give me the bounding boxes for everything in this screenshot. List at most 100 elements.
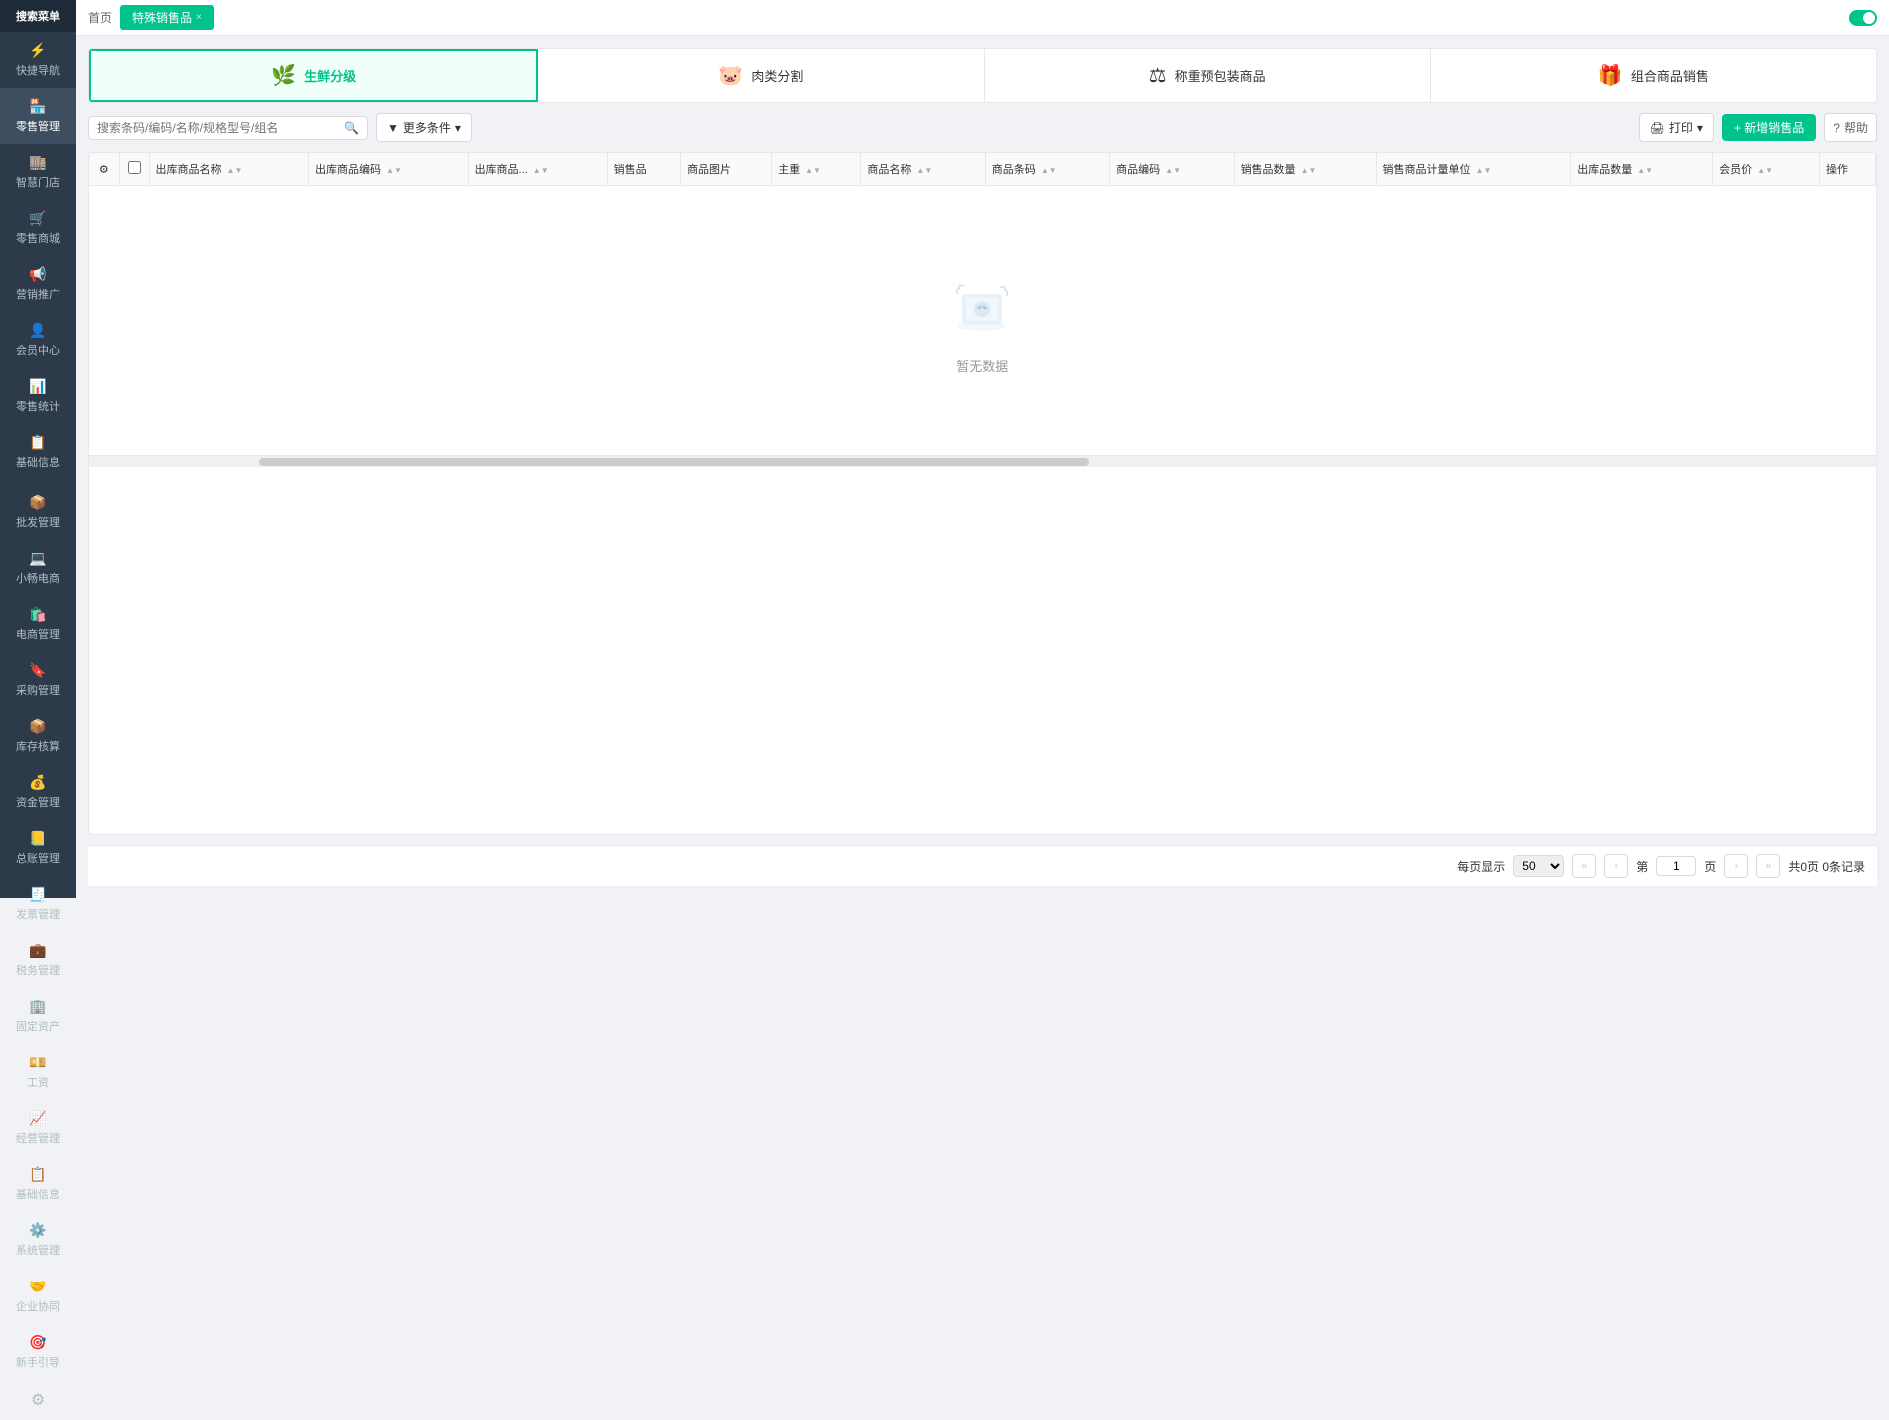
search-box[interactable]: 🔍 bbox=[88, 116, 368, 140]
ops-mgmt-icon: 📈 bbox=[29, 1110, 46, 1127]
sidebar-item-retail-mall[interactable]: 🛒 零售商城 bbox=[0, 200, 76, 256]
sidebar-item-wages[interactable]: 💴 工资 bbox=[0, 1044, 76, 1100]
print-button[interactable]: 🖨 打印 ▾ bbox=[1639, 113, 1714, 142]
th-out-spec-label: 出库商品... bbox=[475, 164, 528, 176]
system-mgmt-icon: ⚙️ bbox=[29, 1222, 46, 1239]
filter-label: 更多条件 bbox=[403, 119, 451, 136]
per-page-label: 每页显示 bbox=[1457, 858, 1505, 875]
sidebar-item-purchase-mgmt[interactable]: 🔖 采购管理 bbox=[0, 652, 76, 708]
th-sale-unit[interactable]: 销售商品计量单位 ▲▼ bbox=[1376, 153, 1571, 186]
sidebar-item-label: 快捷导航 bbox=[16, 62, 60, 78]
tab-close-icon[interactable]: × bbox=[196, 12, 202, 23]
sidebar-item-finance-mgmt[interactable]: 💰 资金管理 bbox=[0, 764, 76, 820]
sidebar-gear-button[interactable]: ⚙ bbox=[0, 1380, 76, 1420]
sort-arrows-out-code: ▲▼ bbox=[386, 166, 402, 175]
th-out-name[interactable]: 出库商品名称 ▲▼ bbox=[149, 153, 309, 186]
sidebar-item-label: 基础信息 bbox=[16, 454, 60, 470]
sidebar-item-basic-info2[interactable]: 📋 基础信息 bbox=[0, 1156, 76, 1212]
sidebar-item-member-center[interactable]: 👤 会员中心 bbox=[0, 312, 76, 368]
sort-arrows-main-weight: ▲▼ bbox=[805, 166, 821, 175]
sidebar-item-ecom-mgmt[interactable]: 🛍️ 电商管理 bbox=[0, 596, 76, 652]
sidebar-item-new-guide[interactable]: 🎯 新手引导 bbox=[0, 1324, 76, 1380]
sidebar-item-retail-mgmt[interactable]: 🏪 零售管理 bbox=[0, 88, 76, 144]
sidebar-item-retail-stats[interactable]: 📊 零售统计 bbox=[0, 368, 76, 424]
filter-button[interactable]: ▼ 更多条件 ▾ bbox=[376, 113, 472, 142]
page-number-input[interactable] bbox=[1656, 856, 1696, 876]
th-settings[interactable]: ⚙ bbox=[89, 153, 119, 186]
sidebar-item-ops-mgmt[interactable]: 📈 经营管理 bbox=[0, 1100, 76, 1156]
next-page-button[interactable]: › bbox=[1724, 854, 1748, 878]
add-label: + 新增销售品 bbox=[1734, 119, 1804, 136]
empty-state-row: 暂无数据 bbox=[89, 186, 1876, 456]
help-label: 帮助 bbox=[1844, 119, 1868, 136]
sidebar-item-invoice-mgmt[interactable]: 🧾 发票管理 bbox=[0, 876, 76, 932]
basic-info2-icon: 📋 bbox=[29, 1166, 46, 1183]
th-sale-qty[interactable]: 销售品数量 ▲▼ bbox=[1234, 153, 1376, 186]
scrollbar-thumb[interactable] bbox=[259, 458, 1089, 466]
sort-arrows-out-qty: ▲▼ bbox=[1637, 166, 1653, 175]
th-img: 商品图片 bbox=[681, 153, 772, 186]
sidebar-item-wholesale-mgmt[interactable]: 📦 批发管理 bbox=[0, 484, 76, 540]
tab-weigh-pack[interactable]: ⚖ 称重预包装商品 bbox=[985, 49, 1431, 102]
toggle-button[interactable] bbox=[1849, 10, 1877, 26]
sidebar-bottom: ⚙ bbox=[0, 1380, 76, 1420]
print-icon: 🖨 bbox=[1650, 121, 1665, 135]
sidebar-item-general-ledger[interactable]: 📒 总账管理 bbox=[0, 820, 76, 876]
quick-nav-icon: ⚡ bbox=[29, 42, 46, 59]
th-checkbox[interactable] bbox=[119, 153, 149, 186]
help-icon: ? bbox=[1833, 121, 1840, 135]
sidebar-logo[interactable]: 搜索菜单 bbox=[0, 0, 76, 32]
th-item-name[interactable]: 商品名称 ▲▼ bbox=[861, 153, 985, 186]
add-sales-item-button[interactable]: + 新增销售品 bbox=[1722, 114, 1816, 141]
th-item-code[interactable]: 商品编码 ▲▼ bbox=[1110, 153, 1234, 186]
help-button[interactable]: ? 帮助 bbox=[1824, 113, 1877, 142]
enterprise-icon: 🤝 bbox=[29, 1278, 46, 1295]
sidebar-item-inventory[interactable]: 📦 库存核算 bbox=[0, 708, 76, 764]
mini-ecom-icon: 💻 bbox=[29, 550, 46, 567]
fresh-grade-icon: 🌿 bbox=[271, 63, 296, 88]
sidebar-item-label: 发票管理 bbox=[16, 906, 60, 922]
sidebar-item-label: 系统管理 bbox=[16, 1242, 60, 1258]
sidebar-item-basic-info[interactable]: 📋 基础信息 bbox=[0, 424, 76, 480]
th-item-barcode[interactable]: 商品条码 ▲▼ bbox=[985, 153, 1109, 186]
last-page-button[interactable]: » bbox=[1756, 854, 1780, 878]
data-table-container: ⚙ 出库商品名称 ▲▼ 出库商品编码 ▲▼ bbox=[88, 152, 1877, 835]
filter-arrow-icon: ▾ bbox=[455, 121, 461, 135]
retail-mgmt-icon: 🏪 bbox=[29, 98, 46, 115]
th-out-spec[interactable]: 出库商品... ▲▼ bbox=[468, 153, 607, 186]
retail-mall-icon: 🛒 bbox=[29, 210, 46, 227]
sidebar: 搜索菜单 ⚡ 快捷导航 🏪 零售管理 🏬 智慧门店 🛒 零售商城 📢 营销推广 … bbox=[0, 0, 76, 898]
th-member-price[interactable]: 会员价 ▲▼ bbox=[1713, 153, 1820, 186]
tab-combo-sales[interactable]: 🎁 组合商品销售 bbox=[1431, 49, 1876, 102]
sidebar-item-label: 零售统计 bbox=[16, 398, 60, 414]
tab-fresh-grade-label: 生鲜分级 bbox=[304, 66, 356, 85]
tab-meat-cut[interactable]: 🐷 肉类分割 bbox=[538, 49, 984, 102]
home-link[interactable]: 首页 bbox=[88, 9, 112, 26]
horizontal-scrollbar[interactable] bbox=[89, 455, 1876, 467]
inventory-icon: 📦 bbox=[29, 718, 46, 735]
search-input[interactable] bbox=[97, 121, 340, 135]
first-page-button[interactable]: « bbox=[1572, 854, 1596, 878]
th-out-qty[interactable]: 出库品数量 ▲▼ bbox=[1571, 153, 1713, 186]
tab-fresh-grade[interactable]: 🌿 生鲜分级 bbox=[89, 49, 538, 102]
sidebar-item-mini-ecom[interactable]: 💻 小畅电商 bbox=[0, 540, 76, 596]
sidebar-item-sales-promo[interactable]: 📢 营销推广 bbox=[0, 256, 76, 312]
active-tab[interactable]: 特殊销售品 × bbox=[120, 5, 214, 30]
sidebar-item-quick-nav[interactable]: ⚡ 快捷导航 bbox=[0, 32, 76, 88]
th-out-code[interactable]: 出库商品编码 ▲▼ bbox=[309, 153, 469, 186]
sidebar-item-fixed-assets[interactable]: 🏢 固定资产 bbox=[0, 988, 76, 1044]
sidebar-item-tax-mgmt[interactable]: 💼 税务管理 bbox=[0, 932, 76, 988]
select-all-checkbox[interactable] bbox=[128, 161, 141, 174]
print-label: 打印 bbox=[1669, 119, 1693, 136]
prev-page-button[interactable]: ‹ bbox=[1604, 854, 1628, 878]
th-main-weight[interactable]: 主重 ▲▼ bbox=[772, 153, 861, 186]
th-item-code-label: 商品编码 bbox=[1116, 164, 1160, 176]
meat-cut-icon: 🐷 bbox=[718, 63, 743, 88]
sidebar-item-label: 会员中心 bbox=[16, 342, 60, 358]
sales-promo-icon: 📢 bbox=[29, 266, 46, 283]
sidebar-item-system-mgmt[interactable]: ⚙️ 系统管理 bbox=[0, 1212, 76, 1268]
sidebar-item-smart-store[interactable]: 🏬 智慧门店 bbox=[0, 144, 76, 200]
retail-stats-icon: 📊 bbox=[29, 378, 46, 395]
sidebar-item-enterprise[interactable]: 🤝 企业协同 bbox=[0, 1268, 76, 1324]
per-page-select[interactable]: 50 10 20 100 bbox=[1513, 855, 1564, 877]
